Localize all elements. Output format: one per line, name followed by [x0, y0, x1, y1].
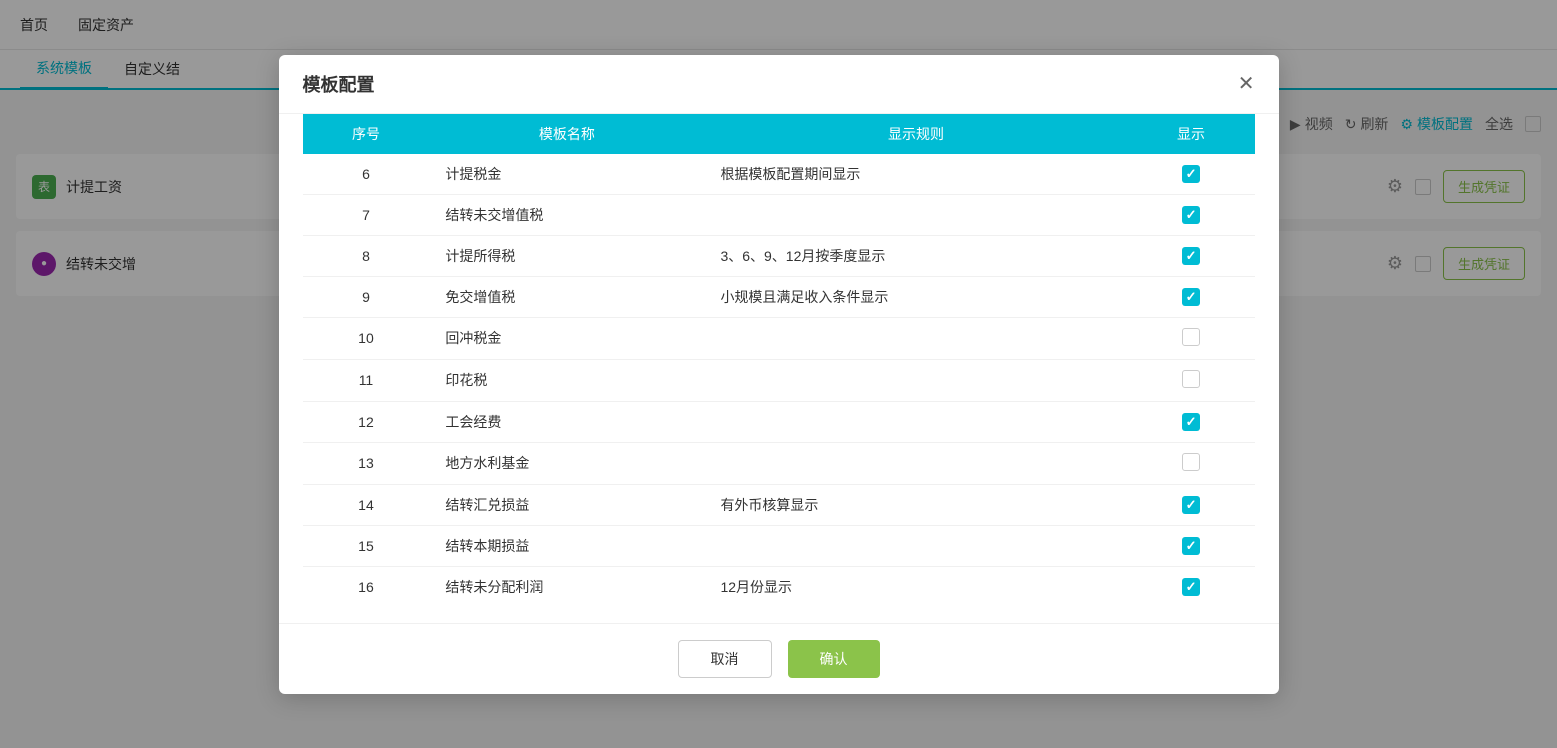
- cell-rule-6: [704, 401, 1127, 442]
- cell-check-3: [1128, 276, 1255, 317]
- cell-rule-4: [704, 317, 1127, 359]
- checkbox-row-0[interactable]: [1182, 165, 1200, 183]
- table-header-row: 序号 模板名称 显示规则 显示: [303, 114, 1255, 154]
- cell-check-6: [1128, 401, 1255, 442]
- cell-check-7: [1128, 442, 1255, 484]
- modal-footer: 取消 确认: [279, 623, 1279, 694]
- checkbox-row-10[interactable]: [1182, 578, 1200, 596]
- cell-check-5: [1128, 359, 1255, 401]
- checkbox-row-6[interactable]: [1182, 413, 1200, 431]
- cell-seq-5: 11: [303, 359, 430, 401]
- cell-seq-1: 7: [303, 194, 430, 235]
- confirm-button[interactable]: 确认: [788, 640, 880, 678]
- checkbox-row-3[interactable]: [1182, 288, 1200, 306]
- table-row: 9免交增值税小规模且满足收入条件显示: [303, 276, 1255, 317]
- checkbox-row-5[interactable]: [1182, 370, 1200, 388]
- table-row: 10回冲税金: [303, 317, 1255, 359]
- col-header-rule: 显示规则: [704, 114, 1127, 154]
- cell-seq-7: 13: [303, 442, 430, 484]
- cell-rule-7: [704, 442, 1127, 484]
- table-body: 6计提税金根据模板配置期间显示7结转未交增值税8计提所得税3、6、9、12月按季…: [303, 154, 1255, 607]
- cell-name-10: 结转未分配利润: [429, 566, 704, 607]
- cell-name-8: 结转汇兑损益: [429, 484, 704, 525]
- cell-name-0: 计提税金: [429, 154, 704, 195]
- checkbox-row-1[interactable]: [1182, 206, 1200, 224]
- cell-rule-9: [704, 525, 1127, 566]
- modal-title: 模板配置: [303, 71, 375, 97]
- table-row: 16结转未分配利润12月份显示: [303, 566, 1255, 607]
- col-header-show: 显示: [1128, 114, 1255, 154]
- table-row: 15结转本期损益: [303, 525, 1255, 566]
- table-row: 12工会经费: [303, 401, 1255, 442]
- config-table: 序号 模板名称 显示规则 显示 6计提税金根据模板配置期间显示7结转未交增值税8…: [303, 114, 1255, 607]
- cell-name-2: 计提所得税: [429, 235, 704, 276]
- cell-check-2: [1128, 235, 1255, 276]
- table-row: 14结转汇兑损益有外币核算显示: [303, 484, 1255, 525]
- col-header-name: 模板名称: [429, 114, 704, 154]
- cell-rule-3: 小规模且满足收入条件显示: [704, 276, 1127, 317]
- modal-body: 序号 模板名称 显示规则 显示 6计提税金根据模板配置期间显示7结转未交增值税8…: [279, 114, 1279, 623]
- cell-check-0: [1128, 154, 1255, 195]
- table-row: 8计提所得税3、6、9、12月按季度显示: [303, 235, 1255, 276]
- table-row: 7结转未交增值税: [303, 194, 1255, 235]
- cell-name-7: 地方水利基金: [429, 442, 704, 484]
- checkbox-row-4[interactable]: [1182, 328, 1200, 346]
- cell-seq-6: 12: [303, 401, 430, 442]
- modal-header: 模板配置 ✕: [279, 55, 1279, 114]
- table-scroll-container[interactable]: 序号 模板名称 显示规则 显示 6计提税金根据模板配置期间显示7结转未交增值税8…: [303, 114, 1255, 607]
- modal-template-config: 模板配置 ✕ 序号 模板名称 显示规则 显示 6计提税金根据模板配置期间显: [279, 55, 1279, 694]
- checkbox-row-8[interactable]: [1182, 496, 1200, 514]
- cell-rule-8: 有外币核算显示: [704, 484, 1127, 525]
- cell-check-8: [1128, 484, 1255, 525]
- cell-seq-0: 6: [303, 154, 430, 195]
- checkbox-row-9[interactable]: [1182, 537, 1200, 555]
- cell-rule-0: 根据模板配置期间显示: [704, 154, 1127, 195]
- checkbox-row-2[interactable]: [1182, 247, 1200, 265]
- table-header: 序号 模板名称 显示规则 显示: [303, 114, 1255, 154]
- cell-rule-2: 3、6、9、12月按季度显示: [704, 235, 1127, 276]
- cancel-button[interactable]: 取消: [678, 640, 772, 678]
- cell-seq-3: 9: [303, 276, 430, 317]
- cell-name-1: 结转未交增值税: [429, 194, 704, 235]
- cell-check-1: [1128, 194, 1255, 235]
- cell-check-9: [1128, 525, 1255, 566]
- modal-overlay: 模板配置 ✕ 序号 模板名称 显示规则 显示 6计提税金根据模板配置期间显: [0, 0, 1557, 748]
- cell-rule-10: 12月份显示: [704, 566, 1127, 607]
- cell-rule-5: [704, 359, 1127, 401]
- cell-name-4: 回冲税金: [429, 317, 704, 359]
- cell-name-5: 印花税: [429, 359, 704, 401]
- modal-close-button[interactable]: ✕: [1238, 74, 1255, 94]
- table-row: 11印花税: [303, 359, 1255, 401]
- cell-check-4: [1128, 317, 1255, 359]
- cell-name-6: 工会经费: [429, 401, 704, 442]
- checkbox-row-7[interactable]: [1182, 453, 1200, 471]
- cell-name-9: 结转本期损益: [429, 525, 704, 566]
- cell-rule-1: [704, 194, 1127, 235]
- cell-seq-4: 10: [303, 317, 430, 359]
- col-header-seq: 序号: [303, 114, 430, 154]
- cell-seq-10: 16: [303, 566, 430, 607]
- cell-seq-9: 15: [303, 525, 430, 566]
- cell-name-3: 免交增值税: [429, 276, 704, 317]
- table-row: 6计提税金根据模板配置期间显示: [303, 154, 1255, 195]
- cell-seq-2: 8: [303, 235, 430, 276]
- cell-check-10: [1128, 566, 1255, 607]
- table-row: 13地方水利基金: [303, 442, 1255, 484]
- cell-seq-8: 14: [303, 484, 430, 525]
